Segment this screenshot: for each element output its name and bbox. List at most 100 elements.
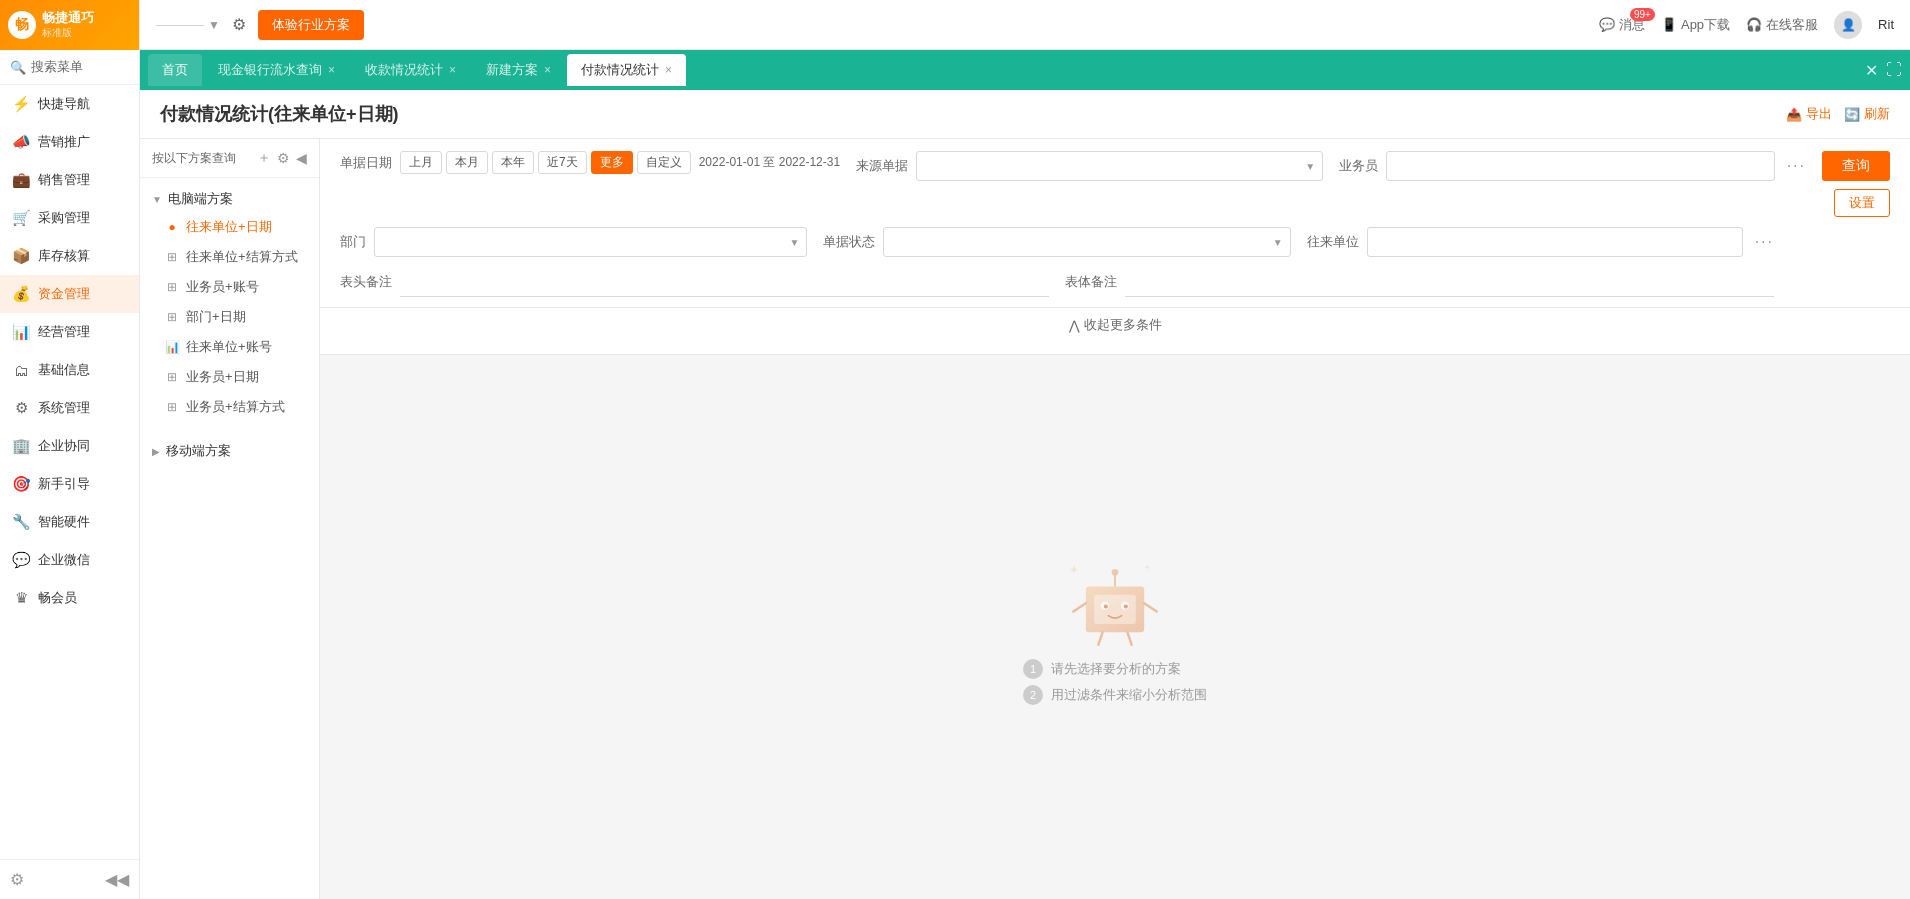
- search-icon: 🔍: [10, 60, 26, 75]
- date-btn-this-year[interactable]: 本年: [492, 151, 534, 174]
- schema-item-salesman-settlement[interactable]: ⊞ 业务员+结算方式: [140, 392, 319, 422]
- collapse-btn[interactable]: ⋀ 收起更多条件: [320, 307, 1910, 342]
- desktop-group-header[interactable]: ▼ 电脑端方案: [140, 186, 319, 212]
- tab-home[interactable]: 首页: [148, 54, 202, 86]
- source-select-wrapper: ▼: [916, 151, 1323, 181]
- receipt-tab-label: 收款情况统计: [365, 61, 443, 79]
- inventory-icon: 📦: [12, 247, 30, 265]
- topbar-settings-icon[interactable]: ⚙: [232, 15, 246, 34]
- quicknav-label: 快捷导航: [38, 95, 90, 113]
- salesman-more-icon[interactable]: ···: [1787, 157, 1806, 175]
- header-note-label: 表头备注: [340, 273, 392, 291]
- schema-item-dept-date[interactable]: ⊞ 部门+日期: [140, 302, 319, 332]
- salesman-settlement-icon: ⊞: [164, 399, 180, 415]
- date-btn-last7days[interactable]: 近7天: [538, 151, 587, 174]
- schema-item-counterpart-settlement[interactable]: ⊞ 往来单位+结算方式: [140, 242, 319, 272]
- body-note-input[interactable]: [1125, 267, 1774, 297]
- tab-bank[interactable]: 现金银行流水查询 ×: [204, 54, 349, 86]
- tab-new-scheme[interactable]: 新建方案 ×: [472, 54, 565, 86]
- new-scheme-tab-close-icon[interactable]: ×: [544, 63, 551, 77]
- business-label: 经营管理: [38, 323, 90, 341]
- sidebar-item-hardware[interactable]: 🔧 智能硬件: [0, 503, 139, 541]
- date-btns: 上月 本月 本年 近7天 更多 自定义: [400, 151, 691, 174]
- sidebar-item-business[interactable]: 📊 经营管理: [0, 313, 139, 351]
- sidebar-item-enterprise[interactable]: 🏢 企业协同: [0, 427, 139, 465]
- source-select[interactable]: [916, 151, 1323, 181]
- sidebar-item-wechat[interactable]: 💬 企业微信: [0, 541, 139, 579]
- sidebar-item-finance[interactable]: 💰 资金管理: [0, 275, 139, 313]
- tab-receipt[interactable]: 收款情况统计 ×: [351, 54, 470, 86]
- export-btn[interactable]: 📤 导出: [1786, 105, 1832, 123]
- company-selector[interactable]: ———— ▼: [156, 18, 220, 32]
- logo-icon: 畅: [8, 11, 36, 39]
- refresh-btn[interactable]: 🔄 刷新: [1844, 105, 1890, 123]
- purchase-label: 采购管理: [38, 209, 90, 227]
- tabbar-close-icon[interactable]: ✕: [1865, 61, 1878, 80]
- search-menu[interactable]: 🔍 搜索菜单: [0, 50, 139, 85]
- sidebar-item-purchase[interactable]: 🛒 采购管理: [0, 199, 139, 237]
- guide-icon: 🎯: [12, 475, 30, 493]
- doc-status-select[interactable]: [883, 227, 1290, 257]
- online-service-btn[interactable]: 🎧 在线客服: [1746, 16, 1818, 34]
- mobile-group-arrow-icon: ▶: [152, 446, 160, 457]
- payment-tab-close-icon[interactable]: ×: [665, 63, 672, 77]
- header-note-input[interactable]: [400, 267, 1049, 297]
- sidebar-item-marketing[interactable]: 📣 营销推广: [0, 123, 139, 161]
- schema-item-salesman-account[interactable]: ⊞ 业务员+账号: [140, 272, 319, 302]
- bank-tab-close-icon[interactable]: ×: [328, 63, 335, 77]
- business-icon: 📊: [12, 323, 30, 341]
- mobile-schema-group: ▶ 移动端方案: [140, 430, 319, 472]
- search-label: 搜索菜单: [31, 58, 83, 76]
- date-btn-more[interactable]: 更多: [591, 151, 633, 174]
- left-panel-add-icon[interactable]: ＋: [257, 149, 271, 167]
- desktop-schema-group: ▼ 电脑端方案 ● 往来单位+日期 ⊞ 往来单位+结算方式 ⊞: [140, 178, 319, 430]
- counterpart-select[interactable]: [1367, 227, 1743, 257]
- basic-label: 基础信息: [38, 361, 90, 379]
- right-panel: 单据日期 上月 本月 本年 近7天 更多 自定义 2022-01-01 至 20…: [320, 139, 1910, 899]
- sidebar-item-system[interactable]: ⚙ 系统管理: [0, 389, 139, 427]
- sidebar-item-guide[interactable]: 🎯 新手引导: [0, 465, 139, 503]
- sidebar-item-vip[interactable]: ♛ 畅会员: [0, 579, 139, 617]
- footer-collapse-icon[interactable]: ◀◀: [105, 870, 129, 889]
- tab-payment[interactable]: 付款情况统计 ×: [567, 54, 686, 86]
- counterpart-account-label: 往来单位+账号: [186, 338, 272, 356]
- counterpart-date-label: 往来单位+日期: [186, 218, 272, 236]
- footer-settings-icon[interactable]: ⚙: [10, 870, 24, 889]
- schema-item-counterpart-date[interactable]: ● 往来单位+日期: [140, 212, 319, 242]
- svg-line-8: [1073, 603, 1086, 611]
- topbar-actions: 💬 消息 99+ 📱 App下载 🎧 在线客服 👤 Rit: [1599, 11, 1894, 39]
- avatar[interactable]: 👤: [1834, 11, 1862, 39]
- salesman-select[interactable]: [1386, 151, 1775, 181]
- tabbar-expand-icon[interactable]: ⛶: [1886, 61, 1902, 79]
- counterpart-more-icon[interactable]: ···: [1755, 233, 1774, 251]
- counterpart-account-icon: 📊: [164, 339, 180, 355]
- schema-item-counterpart-account[interactable]: 📊 往来单位+账号: [140, 332, 319, 362]
- sidebar-item-quicknav[interactable]: ⚡ 快捷导航: [0, 85, 139, 123]
- content-wrapper: 按以下方案查询 ＋ ⚙ ◀ ▼ 电脑端方案: [140, 139, 1910, 899]
- sidebar-item-sales[interactable]: 💼 销售管理: [0, 161, 139, 199]
- mobile-group-header[interactable]: ▶ 移动端方案: [140, 438, 319, 464]
- left-panel-settings-icon[interactable]: ⚙: [277, 150, 290, 166]
- trial-btn[interactable]: 体验行业方案: [258, 10, 364, 40]
- svg-point-7: [1112, 569, 1119, 576]
- vip-label: 畅会员: [38, 589, 77, 607]
- svg-text:✦: ✦: [1144, 562, 1151, 572]
- sidebar-item-basic[interactable]: 🗂 基础信息: [0, 351, 139, 389]
- dept-label: 部门: [340, 233, 366, 251]
- sidebar-item-inventory[interactable]: 📦 库存核算: [0, 237, 139, 275]
- filter-settings-btn[interactable]: 设置: [1834, 189, 1890, 217]
- left-panel-collapse-icon[interactable]: ◀: [296, 150, 307, 166]
- dept-select[interactable]: [374, 227, 807, 257]
- date-btn-custom[interactable]: 自定义: [637, 151, 691, 174]
- avatar-placeholder: 👤: [1841, 18, 1856, 32]
- date-label: 单据日期: [340, 154, 392, 172]
- date-btn-last-month[interactable]: 上月: [400, 151, 442, 174]
- app-download-btn[interactable]: 📱 App下载: [1661, 16, 1730, 34]
- left-panel-title: 按以下方案查询: [152, 150, 236, 167]
- date-btn-this-month[interactable]: 本月: [446, 151, 488, 174]
- message-btn[interactable]: 💬 消息 99+: [1599, 16, 1645, 34]
- receipt-tab-close-icon[interactable]: ×: [449, 63, 456, 77]
- schema-item-salesman-date[interactable]: ⊞ 业务员+日期: [140, 362, 319, 392]
- username[interactable]: Rit: [1878, 17, 1894, 32]
- query-btn[interactable]: 查询: [1822, 151, 1890, 181]
